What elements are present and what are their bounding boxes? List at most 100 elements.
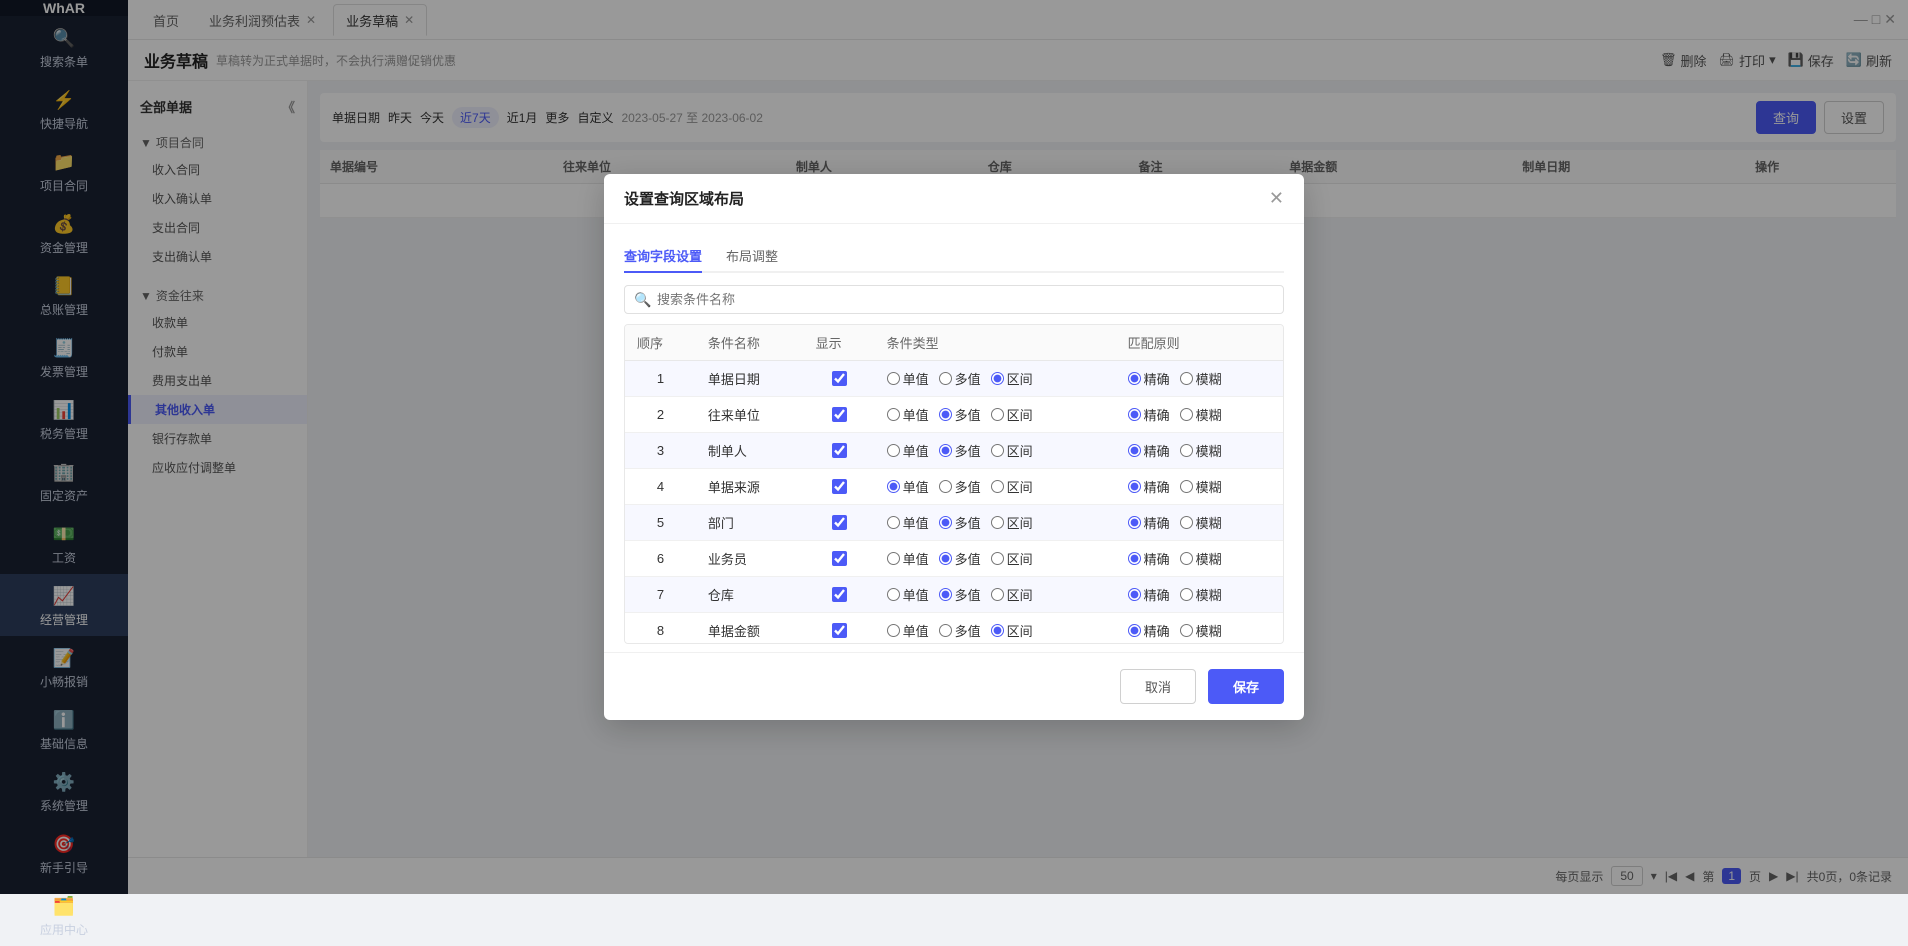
type-radio-item[interactable]: 多值 bbox=[939, 369, 981, 388]
dialog-tabs: 查询字段设置 布局调整 bbox=[624, 240, 1284, 273]
dialog-overlay: 设置查询区域布局 ✕ 查询字段设置 布局调整 🔍 bbox=[0, 0, 1908, 894]
match-radio-item[interactable]: 模糊 bbox=[1180, 405, 1222, 424]
cell-match: 精确模糊 bbox=[1116, 433, 1283, 469]
dialog-save-button[interactable]: 保存 bbox=[1208, 669, 1284, 704]
type-radio-item[interactable]: 多值 bbox=[939, 549, 981, 568]
match-radio-item[interactable]: 模糊 bbox=[1180, 549, 1222, 568]
col-show: 显示 bbox=[804, 325, 875, 361]
match-radio-item[interactable]: 模糊 bbox=[1180, 513, 1222, 532]
type-radio-item[interactable]: 区间 bbox=[991, 621, 1033, 640]
dialog-close-button[interactable]: ✕ bbox=[1269, 188, 1284, 209]
type-radio-item[interactable]: 单值 bbox=[887, 477, 929, 496]
type-radio-item[interactable]: 单值 bbox=[887, 621, 929, 640]
show-checkbox[interactable] bbox=[832, 479, 847, 494]
type-radio-item[interactable]: 多值 bbox=[939, 441, 981, 460]
match-radio-item[interactable]: 精确 bbox=[1128, 549, 1170, 568]
search-input[interactable] bbox=[624, 285, 1284, 314]
show-checkbox[interactable] bbox=[832, 551, 847, 566]
cell-order: 8 bbox=[625, 613, 696, 645]
cell-show bbox=[804, 541, 875, 577]
type-radio-item[interactable]: 区间 bbox=[991, 369, 1033, 388]
cell-type: 单值多值区间 bbox=[875, 361, 1116, 397]
cell-match: 精确模糊 bbox=[1116, 541, 1283, 577]
cell-show bbox=[804, 577, 875, 613]
type-radio-item[interactable]: 多值 bbox=[939, 513, 981, 532]
match-radio-item[interactable]: 模糊 bbox=[1180, 441, 1222, 460]
cell-name: 单据来源 bbox=[696, 469, 804, 505]
table-row: 3制单人单值多值区间精确模糊 bbox=[625, 433, 1283, 469]
cell-name: 单据金额 bbox=[696, 613, 804, 645]
type-radio-item[interactable]: 区间 bbox=[991, 405, 1033, 424]
config-table: 顺序 条件名称 显示 条件类型 匹配原则 1单据日期单值多值区间精确模糊2往来单… bbox=[625, 325, 1283, 644]
type-radio-item[interactable]: 区间 bbox=[991, 585, 1033, 604]
type-radio-item[interactable]: 单值 bbox=[887, 369, 929, 388]
match-radio-item[interactable]: 精确 bbox=[1128, 477, 1170, 496]
show-checkbox[interactable] bbox=[832, 515, 847, 530]
cell-show bbox=[804, 613, 875, 645]
match-radio-item[interactable]: 精确 bbox=[1128, 585, 1170, 604]
cell-show bbox=[804, 469, 875, 505]
match-radio-item[interactable]: 模糊 bbox=[1180, 621, 1222, 640]
type-radio-item[interactable]: 单值 bbox=[887, 585, 929, 604]
col-name: 条件名称 bbox=[696, 325, 804, 361]
search-box: 🔍 bbox=[624, 285, 1284, 314]
type-radio-item[interactable]: 单值 bbox=[887, 405, 929, 424]
cell-type: 单值多值区间 bbox=[875, 613, 1116, 645]
match-radio-item[interactable]: 精确 bbox=[1128, 441, 1170, 460]
appstore-icon: 🗂️ bbox=[53, 896, 75, 917]
cell-show bbox=[804, 397, 875, 433]
cell-order: 4 bbox=[625, 469, 696, 505]
config-table-container: 顺序 条件名称 显示 条件类型 匹配原则 1单据日期单值多值区间精确模糊2往来单… bbox=[624, 324, 1284, 644]
show-checkbox[interactable] bbox=[832, 443, 847, 458]
cell-type: 单值多值区间 bbox=[875, 541, 1116, 577]
type-radio-item[interactable]: 多值 bbox=[939, 477, 981, 496]
dialog-title: 设置查询区域布局 bbox=[624, 188, 744, 209]
cell-name: 往来单位 bbox=[696, 397, 804, 433]
cell-type: 单值多值区间 bbox=[875, 433, 1116, 469]
show-checkbox[interactable] bbox=[832, 407, 847, 422]
col-type: 条件类型 bbox=[875, 325, 1116, 361]
table-row: 6业务员单值多值区间精确模糊 bbox=[625, 541, 1283, 577]
show-checkbox[interactable] bbox=[832, 623, 847, 638]
match-radio-item[interactable]: 精确 bbox=[1128, 405, 1170, 424]
table-row: 8单据金额单值多值区间精确模糊 bbox=[625, 613, 1283, 645]
type-radio-item[interactable]: 单值 bbox=[887, 513, 929, 532]
cell-match: 精确模糊 bbox=[1116, 613, 1283, 645]
match-radio-item[interactable]: 精确 bbox=[1128, 513, 1170, 532]
match-radio-item[interactable]: 模糊 bbox=[1180, 369, 1222, 388]
dialog-tab-query-fields[interactable]: 查询字段设置 bbox=[624, 240, 702, 273]
table-row: 4单据来源 单值多值区间 精确模糊 bbox=[625, 469, 1283, 505]
cell-order: 3 bbox=[625, 433, 696, 469]
type-radio-item[interactable]: 多值 bbox=[939, 585, 981, 604]
cell-show bbox=[804, 433, 875, 469]
cell-type: 单值多值区间 bbox=[875, 397, 1116, 433]
cell-name: 仓库 bbox=[696, 577, 804, 613]
match-radio-item[interactable]: 精确 bbox=[1128, 369, 1170, 388]
match-radio-item[interactable]: 精确 bbox=[1128, 621, 1170, 640]
match-radio-item[interactable]: 模糊 bbox=[1180, 477, 1222, 496]
table-row: 5部门单值多值区间精确模糊 bbox=[625, 505, 1283, 541]
dialog-header: 设置查询区域布局 ✕ bbox=[604, 174, 1304, 224]
match-radio-item[interactable]: 模糊 bbox=[1180, 585, 1222, 604]
type-radio-item[interactable]: 多值 bbox=[939, 621, 981, 640]
type-radio-item[interactable]: 区间 bbox=[991, 549, 1033, 568]
type-radio-item[interactable]: 单值 bbox=[887, 549, 929, 568]
cell-name: 单据日期 bbox=[696, 361, 804, 397]
cell-order: 5 bbox=[625, 505, 696, 541]
type-radio-item[interactable]: 区间 bbox=[991, 477, 1033, 496]
settings-dialog: 设置查询区域布局 ✕ 查询字段设置 布局调整 🔍 bbox=[604, 174, 1304, 720]
type-radio-item[interactable]: 区间 bbox=[991, 513, 1033, 532]
type-radio-item[interactable]: 多值 bbox=[939, 405, 981, 424]
cell-type: 单值多值区间 bbox=[875, 505, 1116, 541]
sidebar-item-label: 应用中心 bbox=[40, 921, 88, 938]
cell-order: 6 bbox=[625, 541, 696, 577]
type-radio-item[interactable]: 单值 bbox=[887, 441, 929, 460]
show-checkbox[interactable] bbox=[832, 371, 847, 386]
cell-order: 2 bbox=[625, 397, 696, 433]
dialog-tab-layout[interactable]: 布局调整 bbox=[726, 240, 778, 273]
cell-name: 部门 bbox=[696, 505, 804, 541]
cancel-button[interactable]: 取消 bbox=[1120, 669, 1196, 704]
type-radio-item[interactable]: 区间 bbox=[991, 441, 1033, 460]
show-checkbox[interactable] bbox=[832, 587, 847, 602]
cell-match: 精确模糊 bbox=[1116, 469, 1283, 505]
